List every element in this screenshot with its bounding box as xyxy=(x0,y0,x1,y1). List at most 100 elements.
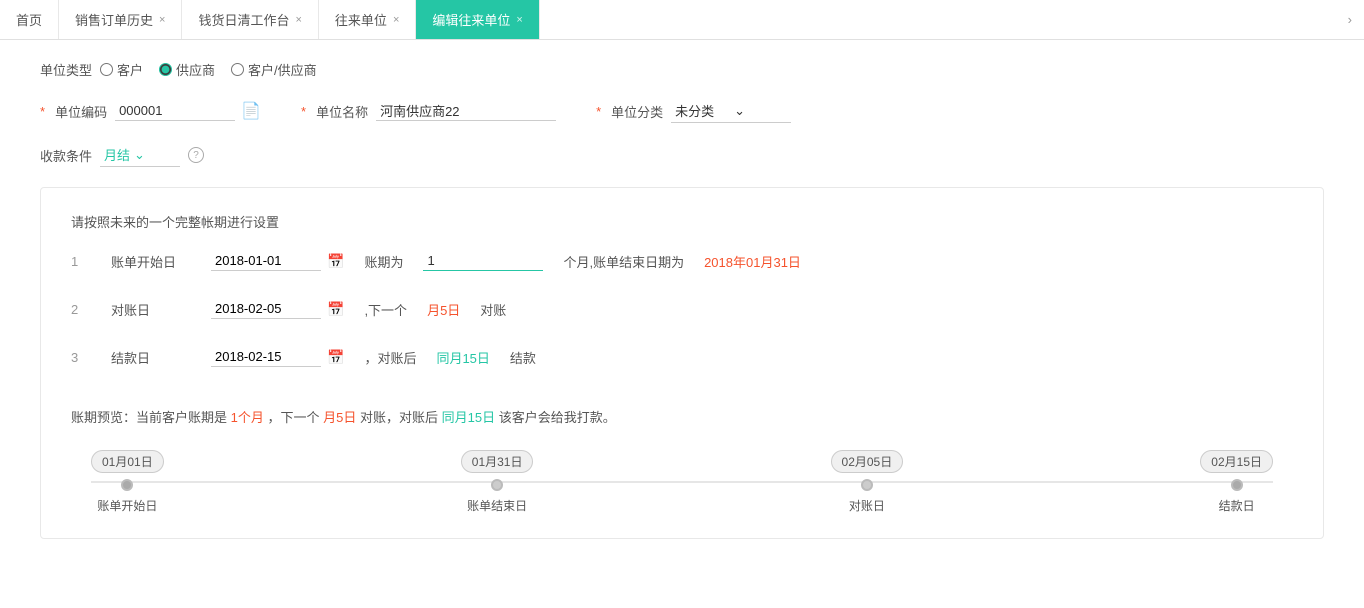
radio-both-input[interactable] xyxy=(231,63,244,76)
step-1-period-end-date: 2018年01月31日 xyxy=(704,252,801,271)
unit-type-label: 单位类型 xyxy=(40,60,92,79)
step-1-num: 1 xyxy=(71,254,91,269)
radio-customer[interactable]: 客户 xyxy=(100,60,143,79)
timeline-node-3-date: 02月05日 xyxy=(831,450,904,473)
payment-terms-chevron-icon: ⌄ xyxy=(134,147,145,163)
step-2-suffix-highlight: 月5日 xyxy=(427,300,460,319)
unit-type-radio-group: 客户 供应商 客户/供应商 xyxy=(100,60,317,79)
unit-category-required: * xyxy=(596,104,601,119)
step-2-num: 2 xyxy=(71,302,91,317)
radio-both[interactable]: 客户/供应商 xyxy=(231,60,317,79)
preview-p4: 对账，对账后 xyxy=(360,410,438,425)
payment-terms-dropdown[interactable]: 月结 ⌄ xyxy=(100,143,180,167)
tab-more-button[interactable]: › xyxy=(1336,12,1364,27)
tab-cash-work[interactable]: 钱货日清工作台 × xyxy=(182,0,318,39)
preview-p6: 该客户会给我打款。 xyxy=(499,410,616,425)
radio-supplier-label: 供应商 xyxy=(176,60,215,79)
timeline-node-2-label: 账单结束日 xyxy=(467,497,527,514)
tab-sales-order-history-close[interactable]: × xyxy=(159,14,165,26)
tab-cash-work-close[interactable]: × xyxy=(295,14,301,26)
help-icon[interactable]: ? xyxy=(188,147,204,163)
timeline-node-1: 01月01日 账单开始日 xyxy=(91,450,164,514)
tabs-bar: 首页 销售订单历史 × 钱货日清工作台 × 往来单位 × 编辑往来单位 × › xyxy=(0,0,1364,40)
timeline-node-4-label: 结款日 xyxy=(1219,497,1255,514)
step-1-row: 1 账单开始日 📅 账期为 个月,账单结束日期为 2018年01月31日 xyxy=(71,251,1293,271)
preview-p3: 月5日 xyxy=(323,410,356,425)
tab-sales-order-history[interactable]: 销售订单历史 × xyxy=(59,0,182,39)
unit-info-row: * 单位编码 📄 * 单位名称 * 单位分类 未分类 ⌄ xyxy=(40,99,1324,123)
timeline-node-1-label: 账单开始日 xyxy=(97,497,157,514)
unit-category-value: 未分类 xyxy=(675,101,728,120)
step-3-date-field[interactable] xyxy=(211,347,321,367)
doc-icon[interactable]: 📄 xyxy=(241,101,261,121)
step-3-cal-icon[interactable]: 📅 xyxy=(327,349,344,366)
unit-code-label: 单位编码 xyxy=(55,102,107,121)
timeline-nodes: 01月01日 账单开始日 01月31日 账单结束日 02月05日 对账日 xyxy=(91,450,1273,514)
radio-customer-input[interactable] xyxy=(100,63,113,76)
tab-counterparty-close[interactable]: × xyxy=(393,14,399,26)
tab-cash-work-label: 钱货日清工作台 xyxy=(198,10,289,29)
main-content: 单位类型 客户 供应商 客户/供应商 * 单位编码 xyxy=(0,40,1364,608)
timeline-node-4-date: 02月15日 xyxy=(1200,450,1273,473)
payment-terms-label: 收款条件 xyxy=(40,146,92,165)
timeline-node-2: 01月31日 账单结束日 xyxy=(461,450,534,514)
unit-name-field: * 单位名称 xyxy=(301,101,556,121)
timeline-node-1-dot xyxy=(121,479,133,491)
preview-p1: 1个月 xyxy=(231,410,264,425)
step-1-date-input: 📅 xyxy=(211,251,344,271)
preview-p2: ，下一个 xyxy=(268,410,320,425)
timeline-node-2-dot xyxy=(491,479,503,491)
radio-supplier-input[interactable] xyxy=(159,63,172,76)
unit-category-dropdown[interactable]: 未分类 ⌄ xyxy=(671,99,791,123)
unit-type-field: 单位类型 客户 供应商 客户/供应商 xyxy=(40,60,317,79)
unit-code-input[interactable] xyxy=(115,101,235,121)
payment-terms-value: 月结 xyxy=(104,145,130,164)
unit-code-field: * 单位编码 📄 xyxy=(40,101,261,121)
tab-home-label: 首页 xyxy=(16,10,42,29)
preview-p5: 同月15日 xyxy=(442,410,495,425)
timeline-node-2-date: 01月31日 xyxy=(461,450,534,473)
tab-edit-counterparty-label: 编辑往来单位 xyxy=(432,10,510,29)
unit-category-label: 单位分类 xyxy=(611,102,663,121)
unit-name-input[interactable] xyxy=(376,101,556,121)
tab-edit-counterparty[interactable]: 编辑往来单位 × xyxy=(416,0,539,39)
step-3-date-input: 📅 xyxy=(211,347,344,367)
unit-name-label: 单位名称 xyxy=(316,102,368,121)
radio-customer-label: 客户 xyxy=(117,60,143,79)
step-1-period-field[interactable] xyxy=(423,251,543,271)
step-2-suffix-post: 对账 xyxy=(480,300,506,319)
unit-type-row: 单位类型 客户 供应商 客户/供应商 xyxy=(40,60,1324,79)
step-1-cal-icon[interactable]: 📅 xyxy=(327,253,344,270)
timeline-wrapper: 01月01日 账单开始日 01月31日 账单结束日 02月05日 对账日 xyxy=(71,450,1293,514)
step-1-date-field[interactable] xyxy=(211,251,321,271)
timeline-node-4: 02月15日 结款日 xyxy=(1200,450,1273,514)
radio-supplier[interactable]: 供应商 xyxy=(159,60,215,79)
tab-counterparty-label: 往来单位 xyxy=(335,10,387,29)
section-title: 请按照未来的一个完整帐期进行设置 xyxy=(71,212,1293,231)
unit-category-field: * 单位分类 未分类 ⌄ xyxy=(596,99,791,123)
step-3-suffix-post: 结款 xyxy=(510,348,536,367)
unit-code-input-wrapper: 📄 xyxy=(115,101,261,121)
step-3-suffix-highlight: 同月15日 xyxy=(436,348,489,367)
payment-terms-field: 收款条件 月结 ⌄ ? xyxy=(40,143,204,167)
step-2-date-field[interactable] xyxy=(211,299,321,319)
step-3-num: 3 xyxy=(71,350,91,365)
step-2-row: 2 对账日 📅 ,下一个 月5日 对账 xyxy=(71,299,1293,319)
tab-counterparty[interactable]: 往来单位 × xyxy=(319,0,416,39)
step-3-row: 3 结款日 📅 ，对账后 同月15日 结款 xyxy=(71,347,1293,367)
step-2-date-input: 📅 xyxy=(211,299,344,319)
step-3-suffix-pre: ，对账后 xyxy=(364,348,416,367)
unit-name-required: * xyxy=(301,104,306,119)
tab-sales-order-history-label: 销售订单历史 xyxy=(75,10,153,29)
radio-both-label: 客户/供应商 xyxy=(248,60,317,79)
step-2-cal-icon[interactable]: 📅 xyxy=(327,301,344,318)
step-1-period-input xyxy=(423,251,543,271)
step-2-suffix-pre: ,下一个 xyxy=(364,300,407,319)
step-1-label: 账单开始日 xyxy=(111,252,191,271)
timeline-node-4-dot xyxy=(1231,479,1243,491)
tab-edit-counterparty-close[interactable]: × xyxy=(516,14,522,26)
tab-home[interactable]: 首页 xyxy=(0,0,59,39)
payment-terms-row: 收款条件 月结 ⌄ ? xyxy=(40,143,1324,167)
timeline-node-3: 02月05日 对账日 xyxy=(831,450,904,514)
step-2-label: 对账日 xyxy=(111,300,191,319)
